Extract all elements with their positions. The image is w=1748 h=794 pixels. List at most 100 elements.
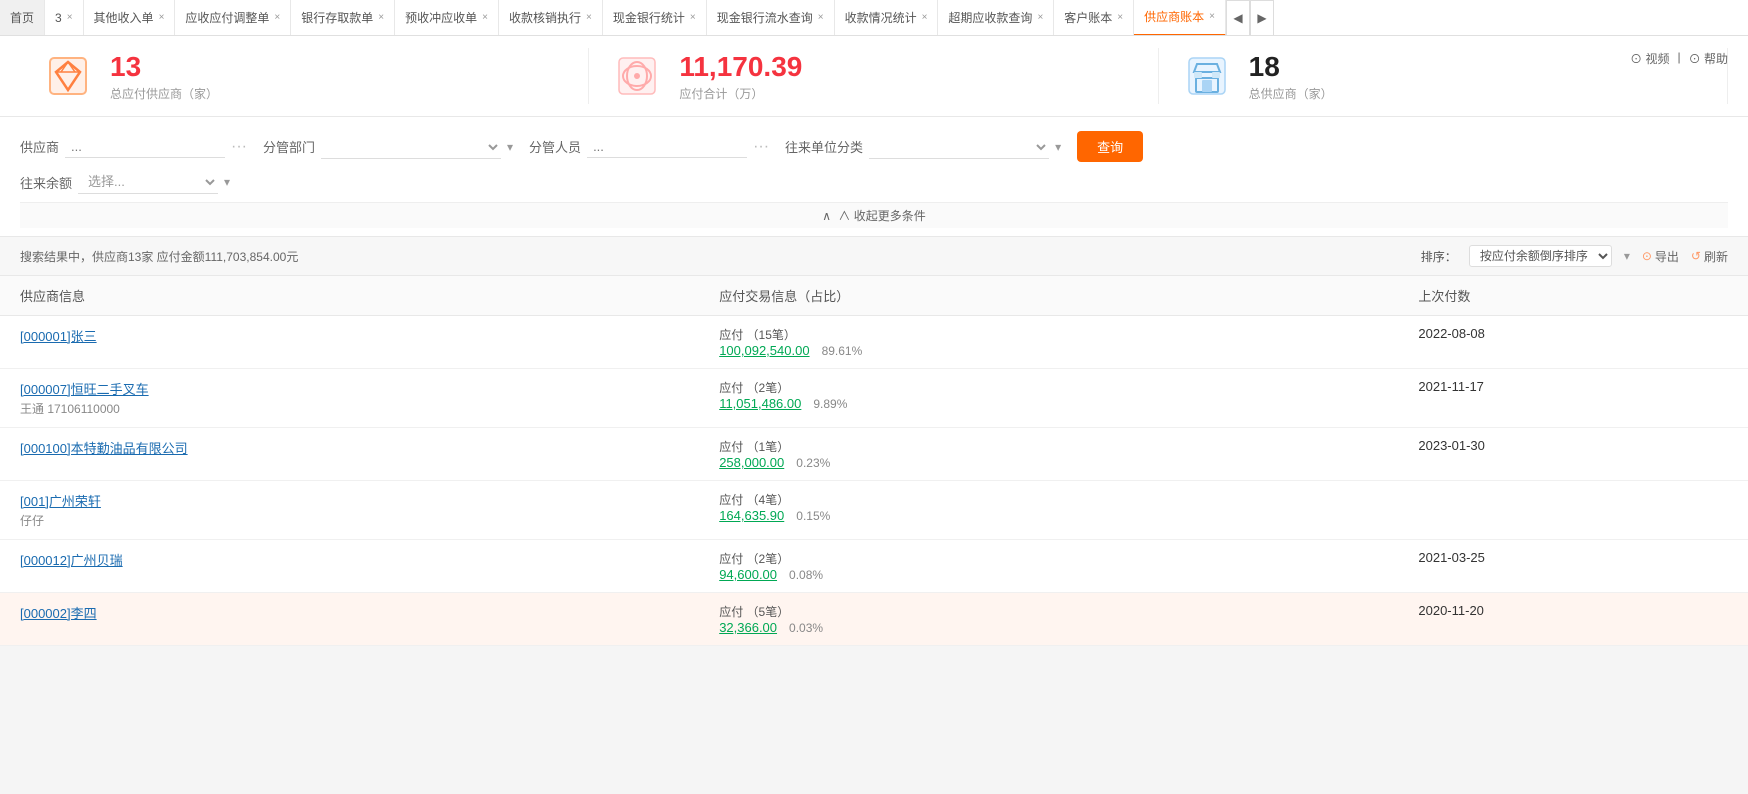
table-row: [000012]广州贝瑞应付 （2笔）94,600.000.08%2021-03…	[0, 540, 1748, 593]
amount-link[interactable]: 32,366.00	[719, 620, 777, 635]
unit-class-select[interactable]	[869, 135, 1049, 159]
nav-tab-cash-bank-flow[interactable]: 现金银行流水查询 ×	[707, 0, 835, 36]
last-payment-cell: 2021-11-17	[1398, 369, 1748, 428]
sort-select[interactable]: 按应付余额倒序排序	[1469, 245, 1612, 267]
person-more-icon[interactable]: ···	[753, 138, 769, 156]
tx-label: 应付 （15笔）	[719, 328, 796, 342]
close-tab-3[interactable]: ×	[67, 12, 73, 23]
unit-class-arrow-icon: ▾	[1055, 140, 1061, 154]
refresh-button[interactable]: ↺ 刷新	[1691, 248, 1728, 265]
filter-area: 供应商 ··· 分管部门 ▾ 分管人员 ··· 往来单位分类 ▾ 查询	[0, 117, 1748, 237]
close-tab-ar-ap-adjust[interactable]: ×	[274, 12, 280, 23]
summary-total-suppliers-label: 总供应商（家）	[1249, 85, 1707, 102]
close-tab-prepaid-offset[interactable]: ×	[482, 12, 488, 23]
supplier-link[interactable]: [000007]恒旺二手叉车	[20, 382, 149, 397]
close-tab-overdue-ar[interactable]: ×	[1037, 12, 1043, 23]
search-button[interactable]: 查询	[1077, 131, 1143, 162]
percent-label: 0.15%	[796, 509, 830, 523]
result-bar: 搜索结果中，供应商13家 应付金额111,703,854.00元 排序： 按应付…	[0, 237, 1748, 276]
amount-link[interactable]: 258,000.00	[719, 455, 784, 470]
export-button[interactable]: ⊙ 导出	[1642, 248, 1679, 265]
supplier-input[interactable]	[65, 136, 225, 158]
amount-link[interactable]: 164,635.90	[719, 508, 784, 523]
top-navigation: 首页 3 × 其他收入单 × 应收应付调整单 × 银行存取款单 × 预收冲应收单…	[0, 0, 1748, 36]
close-tab-customer-ledger[interactable]: ×	[1117, 12, 1123, 23]
nav-tab-home[interactable]: 首页	[0, 0, 45, 36]
person-input[interactable]	[587, 136, 747, 158]
col-header-supplier: 供应商信息	[0, 276, 699, 316]
supplier-link[interactable]: [000012]广州贝瑞	[20, 553, 123, 568]
nav-tab-other-income[interactable]: 其他收入单 ×	[84, 0, 176, 36]
supplier-sub-info: 王通 17106110000	[20, 400, 679, 417]
nav-tab-ar-ap-adjust[interactable]: 应收应付调整单 ×	[175, 0, 291, 36]
filter-unit-class: 往来单位分类 ▾	[785, 135, 1061, 159]
nav-arrow-left[interactable]: ◀	[1226, 0, 1250, 36]
close-tab-other-income[interactable]: ×	[159, 12, 165, 23]
nav-tab-customer-ledger[interactable]: 客户账本 ×	[1054, 0, 1134, 36]
amount-link[interactable]: 11,051,486.00	[719, 396, 801, 411]
balance-filter-label: 往来余额	[20, 173, 72, 192]
rice-icon	[609, 48, 665, 104]
nav-tab-prepaid-offset[interactable]: 预收冲应收单 ×	[395, 0, 499, 36]
supplier-info-cell: [000100]本特勤油品有限公司	[0, 428, 699, 481]
supplier-more-icon[interactable]: ···	[231, 138, 247, 156]
dept-filter-label: 分管部门	[263, 137, 315, 156]
divider: |	[1678, 50, 1681, 67]
person-filter-label: 分管人员	[529, 137, 581, 156]
supplier-info-cell: [000007]恒旺二手叉车王通 17106110000	[0, 369, 699, 428]
nav-tab-bank-deposit[interactable]: 银行存取款单 ×	[291, 0, 395, 36]
table-row: [001]广州荣轩仔仔应付 （4笔）164,635.900.15%	[0, 481, 1748, 540]
shop-icon	[1179, 48, 1235, 104]
nav-tab-receipt-verify[interactable]: 收款核销执行 ×	[499, 0, 603, 36]
filter-row-2: 往来余额 选择... ▾	[20, 170, 1728, 194]
video-icon[interactable]: ⊙ 视频	[1630, 50, 1669, 67]
close-tab-receipt-stats[interactable]: ×	[922, 12, 928, 23]
transaction-info-cell: 应付 （2笔）94,600.000.08%	[699, 540, 1398, 593]
percent-label: 0.03%	[789, 621, 823, 635]
amount-link[interactable]: 100,092,540.00	[719, 343, 809, 358]
table-row: [000100]本特勤油品有限公司应付 （1笔）258,000.000.23%2…	[0, 428, 1748, 481]
close-tab-supplier-ledger[interactable]: ×	[1209, 11, 1215, 22]
supplier-link[interactable]: [001]广州荣轩	[20, 494, 101, 509]
nav-tab-overdue-ar[interactable]: 超期应收款查询 ×	[938, 0, 1054, 36]
result-bar-right: 排序： 按应付余额倒序排序 ▾ ⊙ 导出 ↺ 刷新	[1421, 245, 1728, 267]
nav-tab-supplier-ledger[interactable]: 供应商账本 ×	[1134, 0, 1226, 36]
nav-tab-3[interactable]: 3 ×	[45, 0, 84, 36]
last-payment-cell: 2022-08-08	[1398, 316, 1748, 369]
col-header-last-payment: 上次付数	[1398, 276, 1748, 316]
amount-link[interactable]: 94,600.00	[719, 567, 777, 582]
transaction-info-cell: 应付 （5笔）32,366.000.03%	[699, 593, 1398, 646]
sort-label: 排序：	[1421, 248, 1457, 265]
supplier-info-cell: [000001]张三	[0, 316, 699, 369]
top-right-actions: ⊙ 视频 | ⊙ 帮助	[1630, 50, 1728, 67]
summary-payable-total-number: 11,170.39	[679, 50, 1137, 84]
dept-arrow-icon: ▾	[507, 140, 513, 154]
nav-tab-receipt-verify-label: 收款核销执行	[509, 9, 581, 26]
supplier-link[interactable]: [000001]张三	[20, 329, 97, 344]
supplier-info-cell: [000002]李四	[0, 593, 699, 646]
close-tab-cash-bank-flow[interactable]: ×	[818, 12, 824, 23]
supplier-link[interactable]: [000002]李四	[20, 606, 97, 621]
nav-tab-bank-deposit-label: 银行存取款单	[301, 9, 373, 26]
table-header-row: 供应商信息 应付交易信息（占比） 上次付数	[0, 276, 1748, 316]
nav-tab-receipt-stats[interactable]: 收款情况统计 ×	[835, 0, 939, 36]
collapse-more-conditions[interactable]: ∧ ∧ 收起更多条件	[20, 202, 1728, 228]
close-tab-cash-bank-stats[interactable]: ×	[690, 12, 696, 23]
balance-select[interactable]: 选择...	[78, 170, 218, 194]
close-tab-receipt-verify[interactable]: ×	[586, 12, 592, 23]
nav-tab-cash-bank-stats[interactable]: 现金银行统计 ×	[603, 0, 707, 36]
help-icon[interactable]: ⊙ 帮助	[1689, 50, 1728, 67]
unit-class-filter-label: 往来单位分类	[785, 137, 863, 156]
close-tab-bank-deposit[interactable]: ×	[378, 12, 384, 23]
filter-balance: 往来余额 选择... ▾	[20, 170, 230, 194]
supplier-link[interactable]: [000100]本特勤油品有限公司	[20, 441, 188, 456]
nav-arrow-right[interactable]: ▶	[1250, 0, 1274, 36]
nav-tab-cash-bank-stats-label: 现金银行统计	[613, 9, 685, 26]
sort-arrow-icon: ▾	[1624, 249, 1630, 263]
transaction-info-cell: 应付 （2笔）11,051,486.009.89%	[699, 369, 1398, 428]
supplier-filter-label: 供应商	[20, 137, 59, 156]
refresh-icon: ↺	[1691, 249, 1701, 263]
summary-card-payable-suppliers: 13 总应付供应商（家）	[20, 48, 589, 104]
table-row: [000007]恒旺二手叉车王通 17106110000应付 （2笔）11,05…	[0, 369, 1748, 428]
dept-select[interactable]	[321, 135, 501, 159]
